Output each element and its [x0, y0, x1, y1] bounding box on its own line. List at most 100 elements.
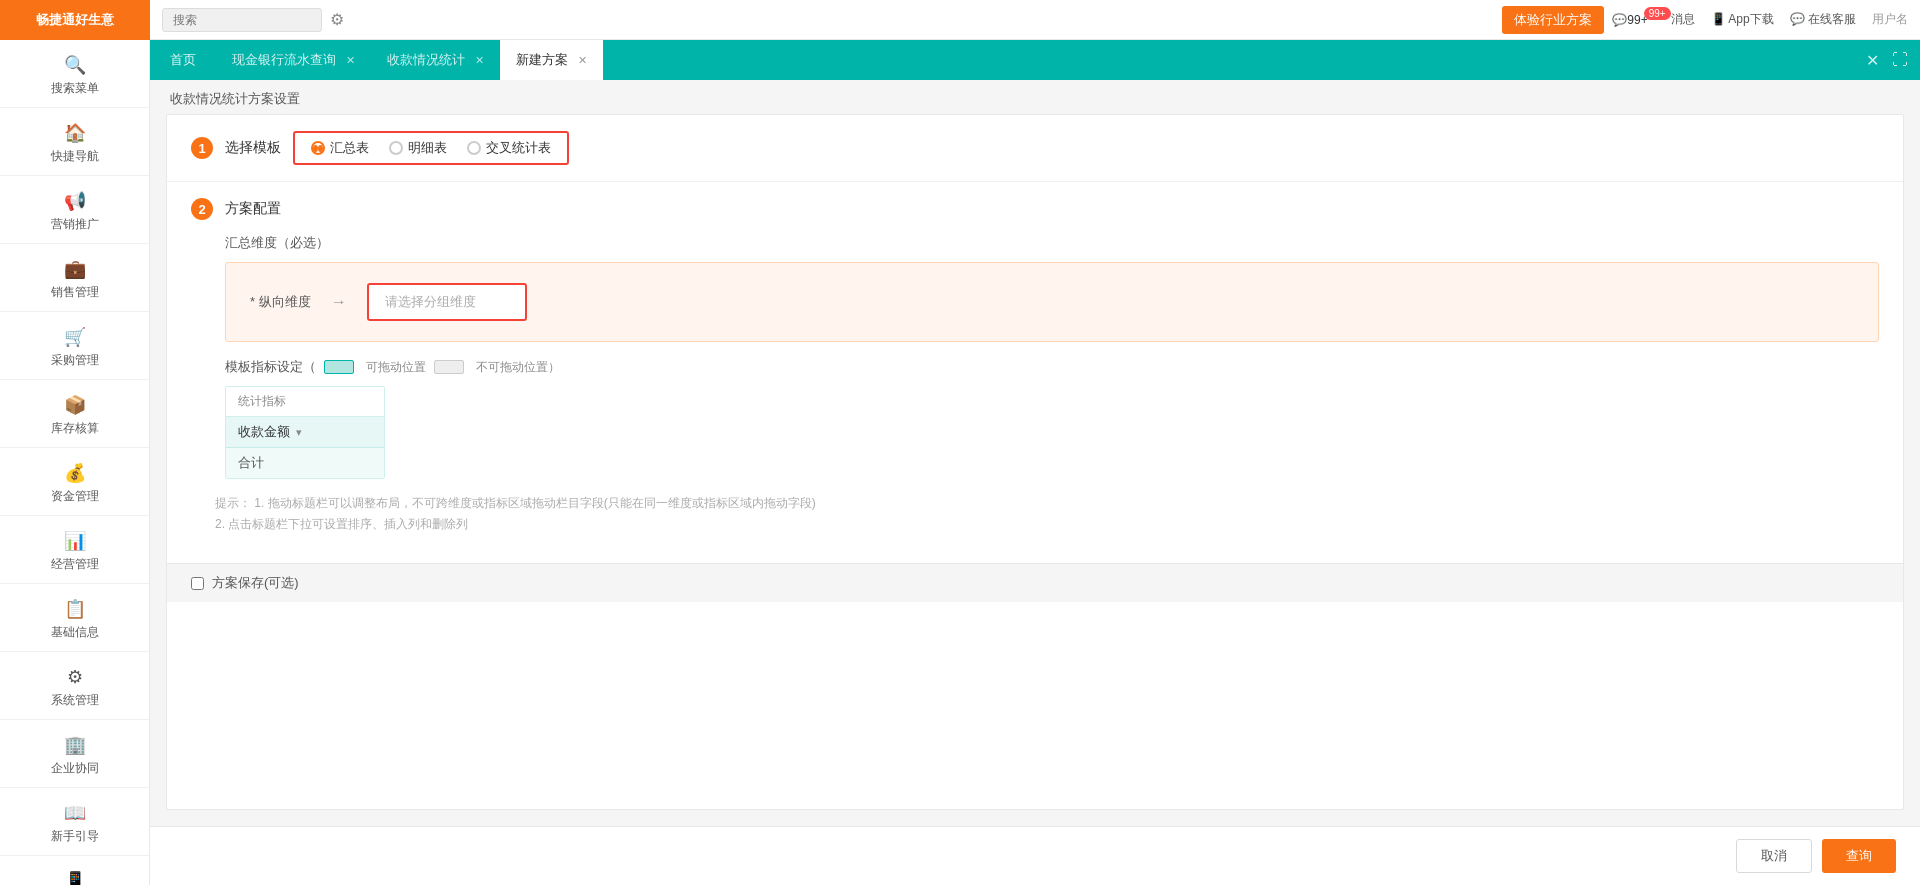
- save-section: 方案保存(可选): [167, 563, 1903, 602]
- header-right: 💬 99+99+ 消息 📱 App下载 💬 在线客服 用户名: [1612, 11, 1908, 28]
- sidebar-item-home[interactable]: 🏠 快捷导航: [0, 108, 149, 176]
- metrics-config: 模板指标设定（ 可拖动位置 不可拖动位置）: [225, 358, 1879, 479]
- guide-icon: 📖: [64, 802, 86, 824]
- app-download[interactable]: 📱 App下载: [1711, 11, 1774, 28]
- sidebar: 🔍 搜索菜单 🏠 快捷导航 📢 营销推广 💼 销售管理 🛒 采购管理 📦 库存核…: [0, 40, 150, 885]
- sidebar-label: 采购管理: [51, 352, 99, 369]
- step1-section: 1 选择模板 汇总表 明细表: [167, 115, 1903, 182]
- step1-label: 选择模板: [225, 139, 281, 157]
- legend-draggable-box: [324, 360, 354, 374]
- finance-icon: 💰: [64, 462, 86, 484]
- sidebar-label: 系统管理: [51, 692, 99, 709]
- sidebar-item-guide[interactable]: 📖 新手引导: [0, 788, 149, 856]
- radio-dot-cross: [467, 141, 481, 155]
- arrow-icon: →: [331, 293, 347, 311]
- gear-icon[interactable]: ⚙: [330, 10, 344, 29]
- tab-close-all-button[interactable]: ✕: [1860, 48, 1884, 72]
- home-icon: 🏠: [64, 122, 86, 144]
- query-button[interactable]: 查询: [1822, 839, 1896, 873]
- sidebar-label: 经营管理: [51, 556, 99, 573]
- inventory-icon: 📦: [64, 394, 86, 416]
- operation-icon: 📊: [64, 530, 86, 552]
- tab-cashflow[interactable]: 现金银行流水查询 ✕: [216, 40, 371, 80]
- tab-home[interactable]: 首页: [150, 40, 216, 80]
- save-checkbox[interactable]: [191, 577, 204, 590]
- tips-section: 提示： 1. 拖动标题栏可以调整布局，不可跨维度或指标区域拖动栏目字段(只能在同…: [191, 479, 1879, 547]
- step1-badge: 1: [191, 137, 213, 159]
- legend-draggable-area: 可拖动位置: [324, 359, 426, 376]
- sidebar-label: 搜索菜单: [51, 80, 99, 97]
- cancel-button[interactable]: 取消: [1736, 839, 1812, 873]
- content-area: 收款情况统计方案设置 1 选择模板 汇总表: [150, 80, 1920, 885]
- notification-label: 消息: [1671, 11, 1695, 28]
- tab-close-receivable[interactable]: ✕: [475, 54, 484, 67]
- legend-draggable-label: 可拖动位置: [366, 359, 426, 376]
- main-card: 1 选择模板 汇总表 明细表: [166, 114, 1904, 810]
- sidebar-item-marketing[interactable]: 📢 营销推广: [0, 176, 149, 244]
- system-icon: ⚙: [67, 666, 83, 688]
- metrics-table-header[interactable]: 收款金额 ▾: [226, 417, 384, 448]
- sidebar-label: 基础信息: [51, 624, 99, 641]
- sidebar-item-purchase[interactable]: 🛒 采购管理: [0, 312, 149, 380]
- tab-receivable[interactable]: 收款情况统计 ✕: [371, 40, 500, 80]
- dropdown-arrow-icon: ▾: [296, 426, 302, 439]
- radio-cross[interactable]: 交叉统计表: [467, 139, 551, 157]
- step2-badge: 2: [191, 198, 213, 220]
- dimension-row-label: * 纵向维度: [250, 293, 311, 311]
- sidebar-item-inventory[interactable]: 📦 库存核算: [0, 380, 149, 448]
- sidebar-item-finance[interactable]: 💰 资金管理: [0, 448, 149, 516]
- basic-icon: 📋: [64, 598, 86, 620]
- metrics-table-row: 合计: [226, 448, 384, 478]
- save-label: 方案保存(可选): [212, 574, 299, 592]
- sidebar-label: 营销推广: [51, 216, 99, 233]
- metrics-section-label: 统计指标: [226, 387, 384, 417]
- online-service[interactable]: 💬 在线客服: [1790, 11, 1856, 28]
- step2-label: 方案配置: [225, 200, 281, 218]
- sidebar-item-sales[interactable]: 💼 销售管理: [0, 244, 149, 312]
- radio-summary[interactable]: 汇总表: [311, 139, 369, 157]
- step2-header: 2 方案配置: [191, 198, 1879, 220]
- sidebar-item-hardware[interactable]: 📱 智能硬件: [0, 856, 149, 885]
- radio-dot-detail: [389, 141, 403, 155]
- step2-section: 2 方案配置 汇总维度（必选） * 纵向维度 → 请选择分组维度: [167, 182, 1903, 563]
- dimension-select[interactable]: 请选择分组维度: [367, 283, 527, 321]
- tab-bar: 首页 现金银行流水查询 ✕ 收款情况统计 ✕ 新建方案 ✕ ✕ ⛶: [150, 40, 1920, 80]
- tab-close-cashflow[interactable]: ✕: [346, 54, 355, 67]
- sidebar-item-system[interactable]: ⚙ 系统管理: [0, 652, 149, 720]
- sidebar-label: 快捷导航: [51, 148, 99, 165]
- marketing-icon: 📢: [64, 190, 86, 212]
- sidebar-label: 新手引导: [51, 828, 99, 845]
- radio-dot-summary: [311, 141, 325, 155]
- metrics-table: 统计指标 收款金额 ▾ 合计: [225, 386, 385, 479]
- legend-nondraggable-area: 不可拖动位置）: [434, 359, 560, 376]
- sidebar-item-operation[interactable]: 📊 经营管理: [0, 516, 149, 584]
- dimension-area: * 纵向维度 → 请选择分组维度: [225, 262, 1879, 342]
- template-selection: 汇总表 明细表 交叉统计表: [293, 131, 569, 165]
- purchase-icon: 🛒: [64, 326, 86, 348]
- sidebar-item-basic[interactable]: 📋 基础信息: [0, 584, 149, 652]
- sidebar-label: 资金管理: [51, 488, 99, 505]
- search-icon: 🔍: [64, 54, 86, 76]
- notification-area[interactable]: 💬 99+99+ 消息: [1612, 11, 1694, 28]
- radio-detail[interactable]: 明细表: [389, 139, 447, 157]
- tab-close-newplan[interactable]: ✕: [578, 54, 587, 67]
- sales-icon: 💼: [64, 258, 86, 280]
- tab-bar-actions: ✕ ⛶: [1860, 48, 1920, 72]
- sidebar-item-search[interactable]: 🔍 搜索菜单: [0, 40, 149, 108]
- sidebar-label: 企业协同: [51, 760, 99, 777]
- enterprise-icon: 🏢: [64, 734, 86, 756]
- page-title: 收款情况统计方案设置: [150, 80, 1920, 114]
- hardware-icon: 📱: [64, 870, 86, 885]
- legend-nondraggable-label: 不可拖动位置）: [476, 359, 560, 376]
- sidebar-label: 销售管理: [51, 284, 99, 301]
- search-input[interactable]: [162, 8, 322, 32]
- legend-nondraggable-box: [434, 360, 464, 374]
- metrics-label-row: 模板指标设定（ 可拖动位置 不可拖动位置）: [225, 358, 1879, 376]
- tab-expand-button[interactable]: ⛶: [1888, 48, 1912, 72]
- sidebar-item-enterprise[interactable]: 🏢 企业协同: [0, 720, 149, 788]
- footer-bar: 取消 查询: [150, 826, 1920, 885]
- tab-newplan[interactable]: 新建方案 ✕: [500, 40, 603, 80]
- user-avatar[interactable]: 用户名: [1872, 11, 1908, 28]
- logo: 畅捷通好生意: [0, 0, 150, 40]
- industry-button[interactable]: 体验行业方案: [1502, 6, 1604, 34]
